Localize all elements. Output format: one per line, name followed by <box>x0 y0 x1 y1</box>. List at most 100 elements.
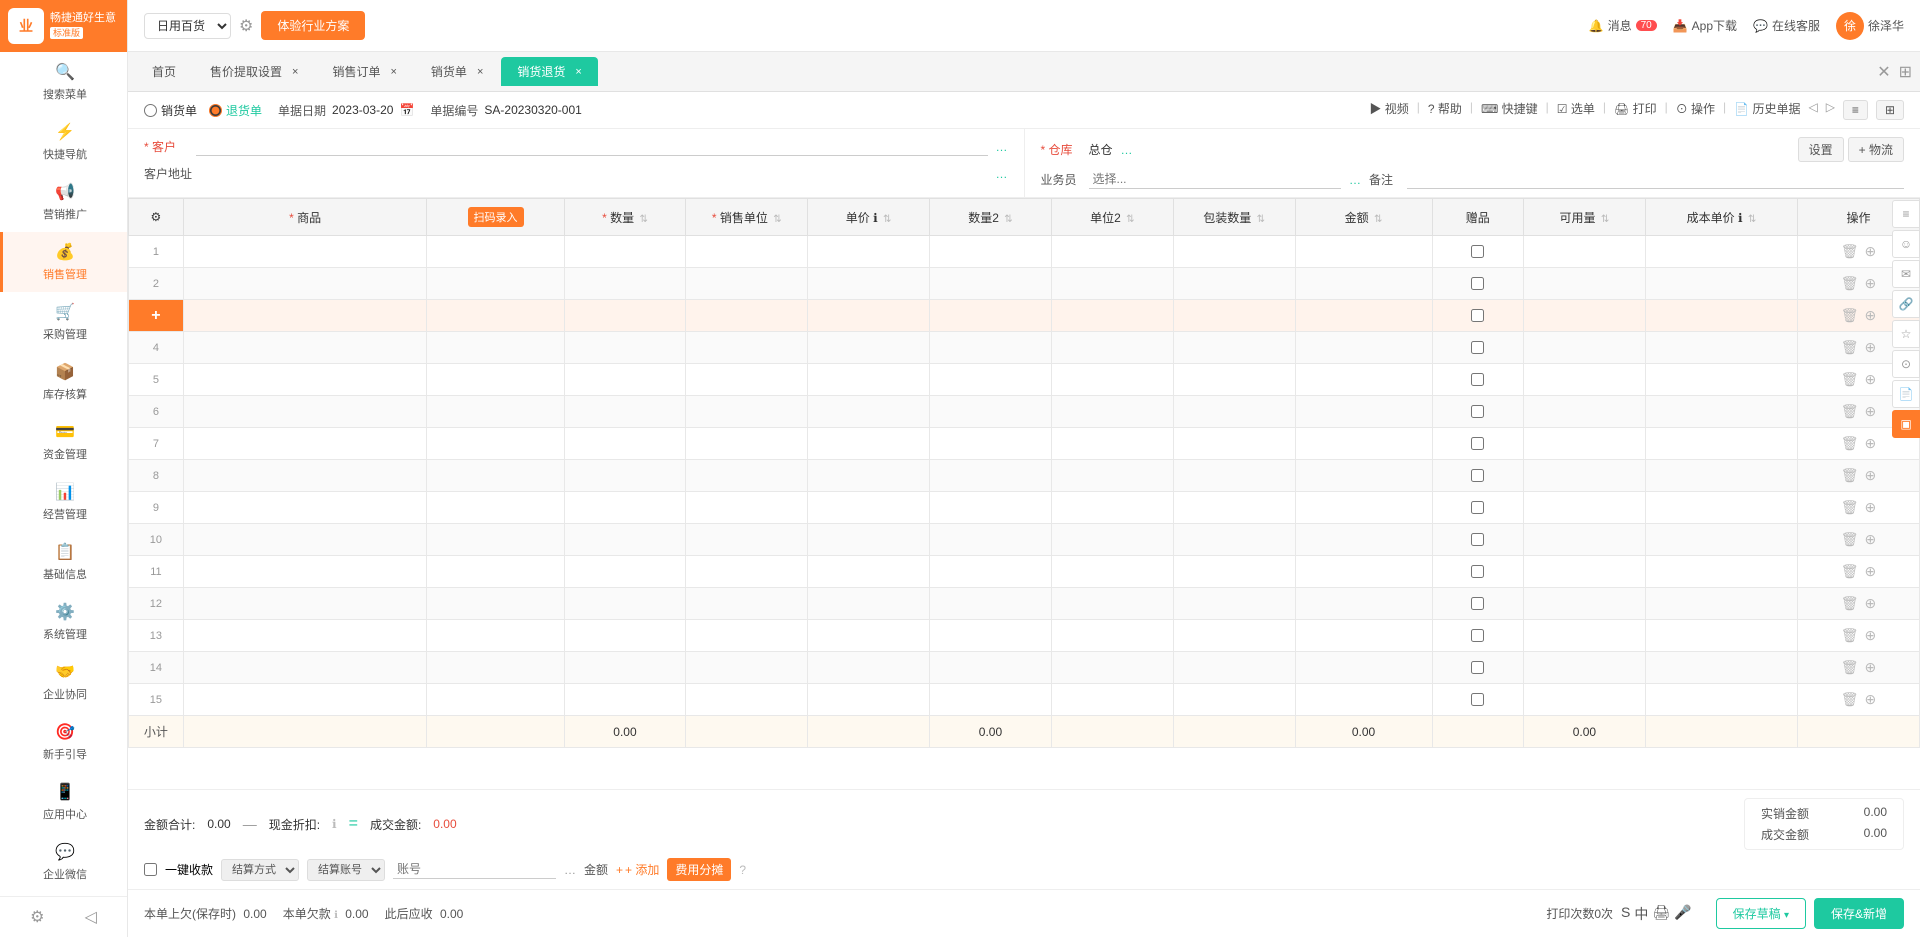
sidebar-item-operation[interactable]: 📊 经营管理 <box>0 472 127 532</box>
copy-row-btn[interactable]: ⊕ <box>1865 531 1877 548</box>
copy-row-btn[interactable]: ⊕ <box>1865 563 1877 580</box>
sidebar-item-wechat[interactable]: 💬 企业微信 <box>0 832 127 892</box>
sidebar-item-finance[interactable]: 💳 资金管理 <box>0 412 127 472</box>
copy-row-btn[interactable]: ⊕ <box>1865 275 1877 292</box>
row-gift[interactable] <box>1432 364 1523 396</box>
tab-sale-order-close[interactable]: × <box>390 66 396 78</box>
row-qty2[interactable] <box>930 236 1052 268</box>
copy-row-btn[interactable]: ⊕ <box>1865 595 1877 612</box>
row-cost[interactable] <box>1645 396 1797 428</box>
customer-lookup-btn[interactable]: … <box>996 140 1008 154</box>
row-amount[interactable] <box>1295 268 1432 300</box>
next-record-btn[interactable]: ▷ <box>1826 100 1835 120</box>
copy-row-btn[interactable]: ⊕ <box>1865 659 1877 676</box>
row-product[interactable] <box>183 236 427 268</box>
row-qty[interactable] <box>564 332 686 364</box>
copy-row-btn[interactable]: ⊕ <box>1865 243 1877 260</box>
tab-sale-goods[interactable]: 销货单 × <box>415 57 499 86</box>
sidebar-item-sales[interactable]: 💰 销售管理 <box>0 232 127 292</box>
sidebar-item-appstore[interactable]: 📱 应用中心 <box>0 772 127 832</box>
cumulative-help[interactable]: ℹ <box>334 910 338 921</box>
row-unit2[interactable] <box>1051 268 1173 300</box>
row-gift[interactable] <box>1432 332 1523 364</box>
add-fee-btn[interactable]: + + 添加 <box>616 861 659 878</box>
customer-addr-lookup-btn[interactable]: … <box>996 167 1008 181</box>
save-new-btn[interactable]: 保存&新增 <box>1814 898 1904 929</box>
gift-checkbox[interactable] <box>1471 661 1484 674</box>
copy-row-btn[interactable]: ⊕ <box>1865 691 1877 708</box>
copy-new-row-btn[interactable]: ⊕ <box>1865 307 1877 324</box>
row-cost[interactable] <box>1645 332 1797 364</box>
copy-row-btn[interactable]: ⊕ <box>1865 467 1877 484</box>
row-qty[interactable] <box>564 236 686 268</box>
new-row-pkg[interactable] <box>1173 300 1295 332</box>
row-avail[interactable] <box>1523 236 1645 268</box>
row-qty2[interactable] <box>930 268 1052 300</box>
gift-checkbox[interactable] <box>1471 437 1484 450</box>
copy-row-btn[interactable]: ⊕ <box>1865 627 1877 644</box>
row-avail[interactable] <box>1523 364 1645 396</box>
gift-checkbox[interactable] <box>1471 597 1484 610</box>
sidebar-item-inventory[interactable]: 📦 库存核算 <box>0 352 127 412</box>
gift-checkbox[interactable] <box>1471 341 1484 354</box>
prev-record-btn[interactable]: ◁ <box>1808 100 1817 120</box>
right-panel-btn-1[interactable]: ≡ <box>1892 200 1920 228</box>
radio-return[interactable]: 退货单 <box>209 102 262 119</box>
row-gift[interactable] <box>1432 236 1523 268</box>
row-pkg[interactable] <box>1173 268 1295 300</box>
sidebar-item-search[interactable]: 🔍 搜索菜单 <box>0 52 127 112</box>
row-qty2[interactable] <box>930 332 1052 364</box>
toolbar-video[interactable]: ▶ 视频 <box>1369 100 1408 120</box>
row-pkg[interactable] <box>1173 332 1295 364</box>
payment-method-select[interactable]: 结算方式 <box>221 859 299 881</box>
delete-row-btn[interactable]: 🗑 <box>1841 531 1859 548</box>
row-qty[interactable] <box>564 268 686 300</box>
fee-help-icon[interactable]: ? <box>739 863 746 877</box>
app-download-btn[interactable]: 📥 App下载 <box>1673 17 1737 34</box>
expand-tab-btn[interactable]: ⊞ <box>1899 62 1912 82</box>
right-panel-btn-4[interactable]: 🔗 <box>1892 290 1920 318</box>
row-cost[interactable] <box>1645 364 1797 396</box>
tab-sale-return[interactable]: 销货退货 × <box>501 57 597 86</box>
delete-row-btn[interactable]: 🗑 <box>1841 371 1859 388</box>
toolbar-shortcut[interactable]: ⌨ 快捷键 <box>1481 100 1538 120</box>
customer-addr-input[interactable] <box>200 164 987 183</box>
barcode-scan-btn[interactable]: 扫码录入 <box>468 207 524 227</box>
delete-new-row-btn[interactable]: 🗑 <box>1841 307 1859 324</box>
row-qty2[interactable] <box>930 364 1052 396</box>
new-product-input[interactable] <box>190 309 421 323</box>
radio-sale-input[interactable] <box>144 104 157 117</box>
new-row-unit2[interactable] <box>1051 300 1173 332</box>
sidebar-settings-btn[interactable]: ⚙ <box>30 907 44 927</box>
row-price[interactable] <box>808 364 930 396</box>
tab-home[interactable]: 首页 <box>136 57 192 86</box>
logistics-btn[interactable]: + 物流 <box>1848 137 1904 162</box>
row-gift[interactable] <box>1432 396 1523 428</box>
fee-split-btn[interactable]: 费用分摊 <box>667 858 731 881</box>
copy-row-btn[interactable]: ⊕ <box>1865 403 1877 420</box>
gift-checkbox[interactable] <box>1471 629 1484 642</box>
new-row-amount[interactable] <box>1295 300 1432 332</box>
gift-checkbox[interactable] <box>1471 373 1484 386</box>
new-row-cost[interactable] <box>1645 300 1797 332</box>
copy-row-btn[interactable]: ⊕ <box>1865 371 1877 388</box>
delete-row-btn[interactable]: 🗑 <box>1841 435 1859 452</box>
row-qty[interactable] <box>564 364 686 396</box>
sidebar-item-basic[interactable]: 📋 基础信息 <box>0 532 127 592</box>
row-avail[interactable] <box>1523 268 1645 300</box>
delete-row-btn[interactable]: 🗑 <box>1841 403 1859 420</box>
remark-input[interactable] <box>1407 170 1904 189</box>
row-product[interactable] <box>183 332 427 364</box>
radio-sale-goods[interactable]: 销货单 <box>144 102 197 119</box>
copy-row-btn[interactable]: ⊕ <box>1865 339 1877 356</box>
online-service-btn[interactable]: 💬 在线客服 <box>1753 17 1820 34</box>
user-menu[interactable]: 徐 徐泽华 <box>1836 12 1904 40</box>
row-unit[interactable] <box>686 268 808 300</box>
row-amount[interactable] <box>1295 396 1432 428</box>
date-value[interactable]: 2023-03-20 <box>332 103 393 117</box>
tab-sale-order[interactable]: 销售订单 × <box>316 57 412 86</box>
row-gift[interactable] <box>1432 268 1523 300</box>
settings-btn[interactable]: 设置 <box>1798 137 1844 162</box>
tab-sale-price[interactable]: 售价提取设置 × <box>194 57 314 86</box>
toolbar-history[interactable]: 📄 历史单据 <box>1734 100 1800 120</box>
